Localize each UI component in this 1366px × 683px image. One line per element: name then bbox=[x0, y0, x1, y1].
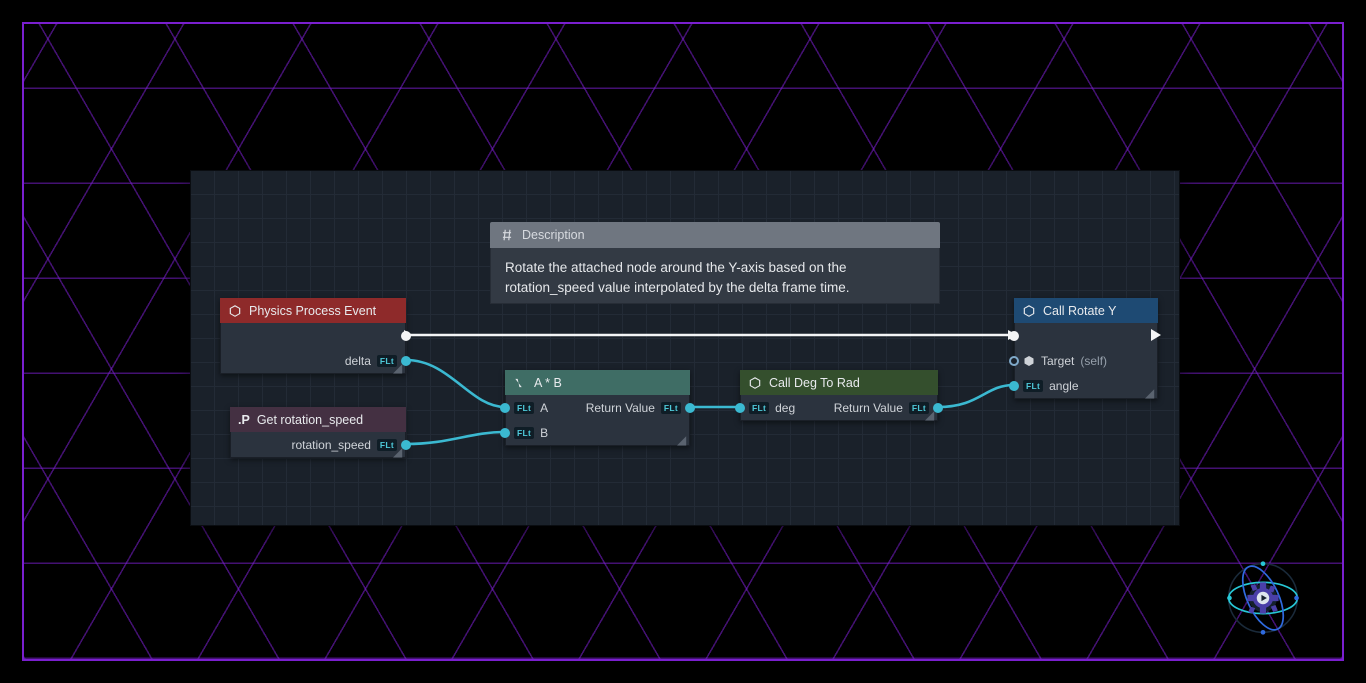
cube-icon bbox=[228, 304, 242, 318]
resize-handle-icon[interactable]: ◢ bbox=[1145, 388, 1155, 398]
data-pin[interactable] bbox=[1009, 381, 1019, 391]
cube-icon bbox=[1022, 304, 1036, 318]
port-label: B bbox=[540, 426, 548, 440]
port-label: deg bbox=[775, 401, 795, 415]
exec-pin-in[interactable] bbox=[1009, 331, 1019, 341]
description-body: Rotate the attached node around the Y-ax… bbox=[490, 248, 940, 304]
node-header[interactable]: Physics Process Event bbox=[220, 298, 406, 323]
resize-handle-icon[interactable]: ◢ bbox=[925, 410, 935, 420]
resize-handle-icon[interactable]: ◢ bbox=[393, 447, 403, 457]
node-title: Call Deg To Rad bbox=[769, 376, 860, 390]
port-target[interactable]: Target (self) bbox=[1015, 348, 1157, 373]
port-label: rotation_speed bbox=[291, 438, 370, 452]
type-badge-flt: FLt bbox=[514, 402, 534, 414]
description-header[interactable]: Description bbox=[490, 222, 940, 248]
node-header[interactable]: A * B bbox=[505, 370, 690, 395]
data-pin[interactable] bbox=[735, 403, 745, 413]
type-badge-flt: FLt bbox=[1023, 380, 1043, 392]
port-label: Target bbox=[1041, 354, 1074, 368]
exec-pin[interactable] bbox=[401, 331, 411, 341]
node-title: Get rotation_speed bbox=[257, 413, 363, 427]
data-pin[interactable] bbox=[500, 428, 510, 438]
node-get-rotation-speed[interactable]: .P Get rotation_speed rotation_speed FLt… bbox=[230, 407, 406, 458]
type-badge-flt: FLt bbox=[514, 427, 534, 439]
function-icon bbox=[513, 376, 527, 390]
port-delta-out[interactable]: delta FLt bbox=[221, 348, 405, 373]
resize-handle-icon[interactable]: ◢ bbox=[677, 435, 687, 445]
node-physics-process-event[interactable]: Physics Process Event delta FLt ◢ bbox=[220, 298, 406, 374]
exec-pin-out[interactable] bbox=[1151, 329, 1161, 341]
port-value: (self) bbox=[1080, 354, 1107, 368]
node-call-rotate-y[interactable]: Call Rotate Y Target (self) bbox=[1014, 298, 1158, 399]
port-exec-out[interactable] bbox=[221, 323, 405, 348]
data-pin[interactable] bbox=[500, 403, 510, 413]
port-row-a[interactable]: FLt A Return Value FLt bbox=[506, 395, 689, 420]
cube-icon bbox=[748, 376, 762, 390]
type-badge-flt: FLt bbox=[749, 402, 769, 414]
graph-canvas[interactable]: Description Rotate the attached node aro… bbox=[190, 170, 1180, 526]
node-title: Call Rotate Y bbox=[1043, 304, 1116, 318]
node-title: A * B bbox=[534, 376, 562, 390]
resize-handle-icon[interactable]: ◢ bbox=[393, 363, 403, 373]
port-angle[interactable]: FLt angle bbox=[1015, 373, 1157, 398]
node-title: Physics Process Event bbox=[249, 304, 376, 318]
port-rotation-speed-out[interactable]: rotation_speed FLt bbox=[231, 432, 405, 457]
data-pin[interactable] bbox=[1009, 356, 1019, 366]
description-title: Description bbox=[522, 228, 585, 242]
port-label: Return Value bbox=[834, 401, 903, 415]
node-multiply[interactable]: A * B FLt A Return Value FLt bbox=[505, 370, 690, 446]
description-text: Rotate the attached node around the Y-ax… bbox=[505, 260, 849, 295]
app-logo bbox=[1224, 559, 1302, 637]
cube-icon bbox=[1023, 355, 1035, 367]
node-header[interactable]: Call Rotate Y bbox=[1014, 298, 1158, 323]
port-label: angle bbox=[1049, 379, 1078, 393]
port-exec-row[interactable] bbox=[1015, 323, 1157, 348]
property-prefix: .P bbox=[238, 413, 250, 427]
node-header[interactable]: Call Deg To Rad bbox=[740, 370, 938, 395]
port-label: Return Value bbox=[586, 401, 655, 415]
port-row-b[interactable]: FLt B bbox=[506, 420, 689, 445]
type-badge-flt: FLt bbox=[661, 402, 681, 414]
data-pin[interactable] bbox=[685, 403, 695, 413]
port-row-deg[interactable]: FLt deg Return Value FLt bbox=[741, 395, 937, 420]
port-label: delta bbox=[345, 354, 371, 368]
hash-icon bbox=[500, 228, 514, 242]
node-header[interactable]: .P Get rotation_speed bbox=[230, 407, 406, 432]
node-deg-to-rad[interactable]: Call Deg To Rad FLt deg Return Value FLt bbox=[740, 370, 938, 421]
port-label: A bbox=[540, 401, 548, 415]
